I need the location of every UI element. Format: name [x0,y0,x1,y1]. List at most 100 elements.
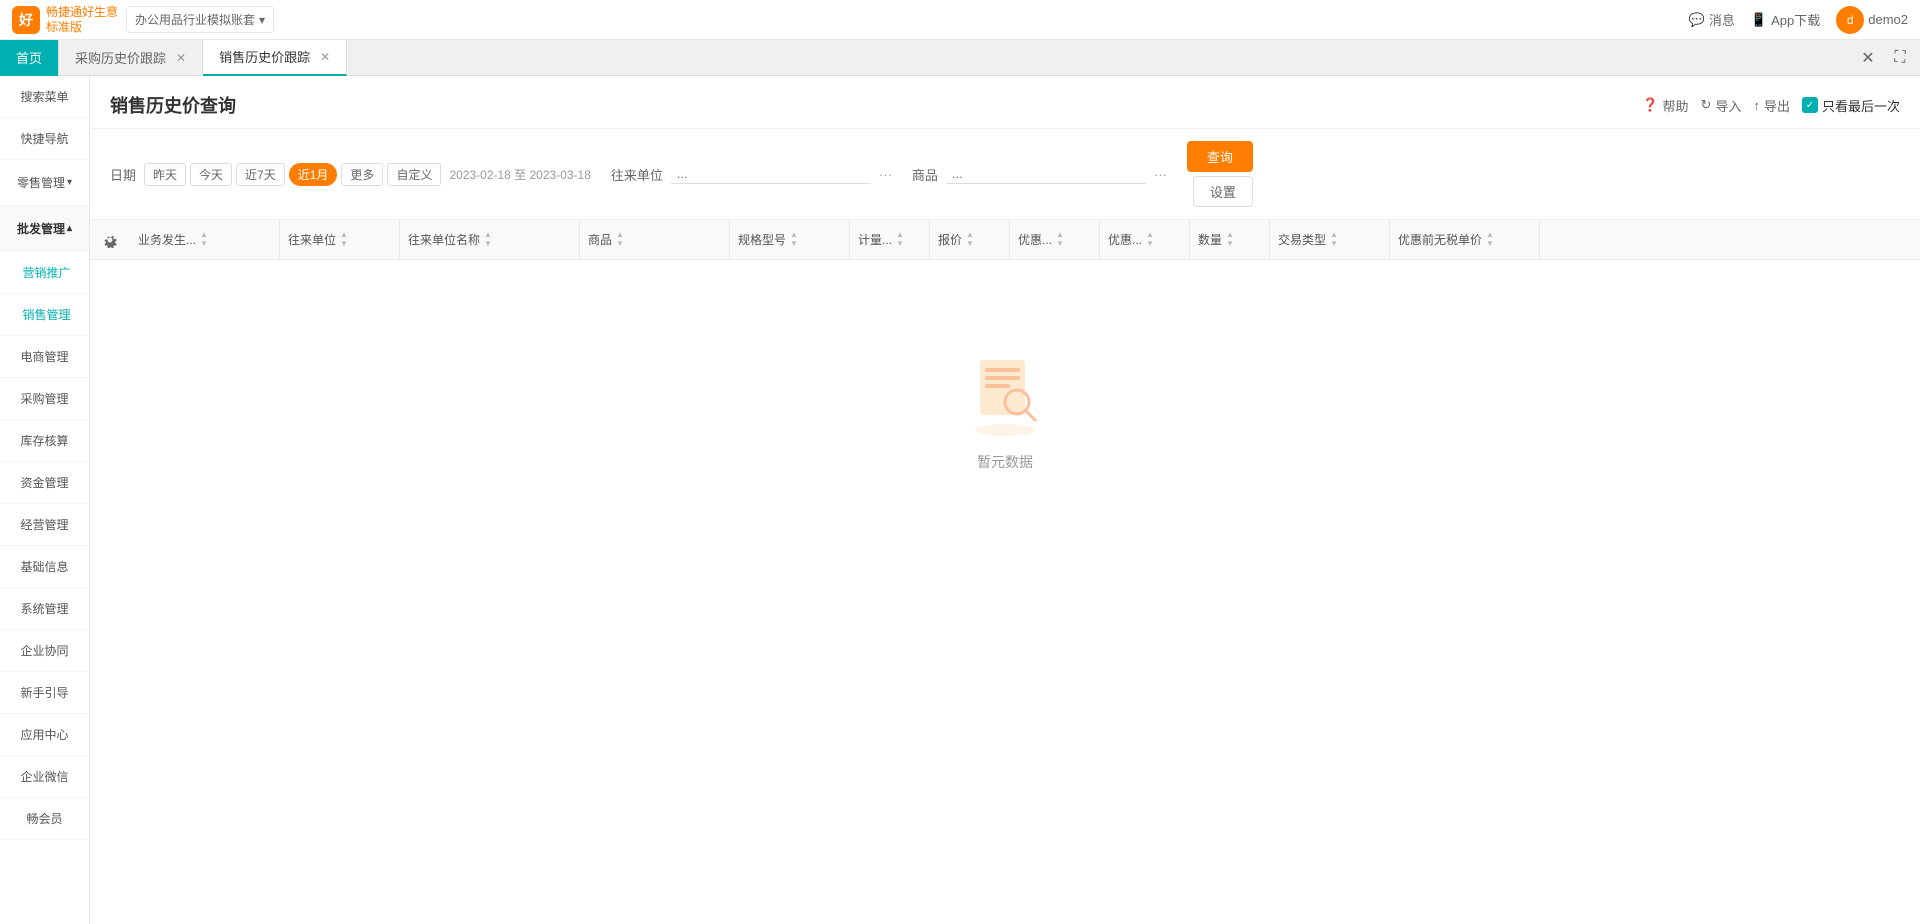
sort-arrows-spec: ▲ ▼ [790,231,798,248]
date-btn-more[interactable]: 更多 [341,163,383,186]
top-bar: 好 畅捷通好生意 标准版 办公用品行业模拟账套 ▾ 💬 消息 📱 App下载 d… [0,0,1920,40]
sort-arrows-business: ▲ ▼ [200,231,208,248]
page-header: 销售历史价查询 ❓ 帮助 ↻ 导入 ↑ 导出 ✓ [90,76,1920,129]
page-content: 销售历史价查询 ❓ 帮助 ↻ 导入 ↑ 导出 ✓ [90,76,1920,924]
table-area: 业务发生... ▲ ▼ 往来单位 ▲ ▼ 往来单 [90,220,1920,552]
logo-area: 好 畅捷通好生意 标准版 [12,5,118,34]
th-discount2[interactable]: 优惠... ▲ ▼ [1100,220,1190,259]
date-buttons: 昨天 今天 近7天 近1月 更多 自定义 [144,163,441,186]
product-filter: 商品 ··· [912,164,1167,184]
product-dots: ··· [1154,167,1167,182]
sort-arrows-partner-name: ▲ ▼ [484,231,492,248]
table-settings-btn[interactable] [90,232,130,248]
th-partner-name[interactable]: 往来单位名称 ▲ ▼ [400,220,580,259]
page-title: 销售历史价查询 [110,92,236,118]
sort-arrows-trade-type: ▲ ▼ [1330,231,1338,248]
sidebar: 搜索菜单 快捷导航 零售管理 ▾ 批发管理 ▴ 营销推广 销售管理 电商管理 采… [0,76,90,924]
last-only-checkbox[interactable]: ✓ [1802,97,1818,113]
partner-filter: 往来单位 ··· [611,164,892,184]
sidebar-item-operations[interactable]: 经营管理 [0,504,89,546]
sidebar-item-beginner[interactable]: 新手引导 [0,672,89,714]
sidebar-item-search[interactable]: 搜索菜单 [0,76,89,118]
import-icon: ↻ [1701,97,1712,113]
sort-arrows-unit: ▲ ▼ [896,231,904,248]
import-btn[interactable]: ↻ 导入 [1701,96,1742,115]
help-icon: ❓ [1642,97,1658,113]
th-product[interactable]: 商品 ▲ ▼ [580,220,730,259]
tab-sales-close-icon[interactable]: ✕ [320,50,330,64]
app-selector[interactable]: 办公用品行业模拟账套 ▾ [126,6,274,33]
th-trade-type[interactable]: 交易类型 ▲ ▼ [1270,220,1390,259]
user-menu[interactable]: d demo2 [1836,6,1908,34]
sidebar-item-purchase[interactable]: 采购管理 [0,378,89,420]
app-download-btn[interactable]: 📱 App下载 [1751,10,1820,29]
th-business[interactable]: 业务发生... ▲ ▼ [130,220,280,259]
tab-home[interactable]: 首页 [0,40,59,76]
date-btn-last1month[interactable]: 近1月 [289,163,338,186]
logo-icon: 好 [12,6,40,34]
th-spec[interactable]: 规格型号 ▲ ▼ [730,220,850,259]
settings-btn[interactable]: 设置 [1193,176,1253,207]
th-unit[interactable]: 计量... ▲ ▼ [850,220,930,259]
th-partner-code[interactable]: 往来单位 ▲ ▼ [280,220,400,259]
main-layout: 搜索菜单 快捷导航 零售管理 ▾ 批发管理 ▴ 营销推广 销售管理 电商管理 采… [0,76,1920,924]
message-btn[interactable]: 💬 消息 [1689,10,1735,29]
avatar: d [1836,6,1864,34]
date-range-display: 2023-02-18 至 2023-03-18 [449,166,590,183]
sidebar-item-marketing[interactable]: 营销推广 [0,252,89,294]
tab-bar-actions: ✕ ⛶ [1856,46,1920,70]
date-btn-today[interactable]: 今天 [190,163,232,186]
message-icon: 💬 [1689,12,1705,28]
help-btn[interactable]: ❓ 帮助 [1642,96,1688,115]
product-label: 商品 [912,165,938,184]
chevron-down-icon: ▾ [259,13,265,27]
date-btn-yesterday[interactable]: 昨天 [144,163,186,186]
sort-arrows-product: ▲ ▼ [616,231,624,248]
tab-maximize-btn[interactable]: ⛶ [1888,46,1912,70]
sidebar-item-vip[interactable]: 畅会员 [0,798,89,840]
last-only-checkbox-label[interactable]: ✓ 只看最后一次 [1802,96,1900,115]
sidebar-item-system[interactable]: 系统管理 [0,588,89,630]
empty-text: 暂元数据 [977,452,1033,472]
sort-arrows-partner-code: ▲ ▼ [340,231,348,248]
sidebar-item-enterprise[interactable]: 企业协同 [0,630,89,672]
gear-icon [102,232,118,248]
tab-sales-history[interactable]: 销售历史价跟踪 ✕ [203,40,347,76]
empty-icon [955,340,1055,440]
sidebar-item-ecommerce[interactable]: 电商管理 [0,336,89,378]
chevron-up-icon: ▴ [67,223,72,234]
th-notax-price[interactable]: 优惠前无税单价 ▲ ▼ [1390,220,1540,259]
query-btn[interactable]: 查询 [1187,141,1253,172]
tab-purchase-close-icon[interactable]: ✕ [176,51,186,65]
sidebar-item-shortcut[interactable]: 快捷导航 [0,118,89,160]
sort-arrows-qty: ▲ ▼ [1226,231,1234,248]
sidebar-item-retail[interactable]: 零售管理 ▾ [0,160,89,206]
tab-close-all-btn[interactable]: ✕ [1856,46,1880,70]
page-inner: 销售历史价查询 ❓ 帮助 ↻ 导入 ↑ 导出 ✓ [90,76,1920,924]
sidebar-item-basic-info[interactable]: 基础信息 [0,546,89,588]
sidebar-item-app-center[interactable]: 应用中心 [0,714,89,756]
sidebar-item-inventory[interactable]: 库存核算 [0,420,89,462]
filter-row: 日期 昨天 今天 近7天 近1月 更多 自定义 2023-02-18 至 202… [110,141,1900,207]
tab-bar: 首页 采购历史价跟踪 ✕ 销售历史价跟踪 ✕ ✕ ⛶ [0,40,1920,76]
tab-purchase-history[interactable]: 采购历史价跟踪 ✕ [59,40,203,76]
sidebar-item-sales-mgmt[interactable]: 销售管理 [0,294,89,336]
date-filter: 日期 昨天 今天 近7天 近1月 更多 自定义 2023-02-18 至 202… [110,163,591,186]
table-header: 业务发生... ▲ ▼ 往来单位 ▲ ▼ 往来单 [90,220,1920,260]
top-bar-right: 💬 消息 📱 App下载 d demo2 [1689,6,1908,34]
sort-arrows-price: ▲ ▼ [966,231,974,248]
chevron-down-icon: ▾ [67,177,72,188]
sidebar-item-wholesale[interactable]: 批发管理 ▴ [0,206,89,252]
date-btn-last7[interactable]: 近7天 [236,163,285,186]
sidebar-item-finance[interactable]: 资金管理 [0,462,89,504]
export-btn[interactable]: ↑ 导出 [1753,96,1790,115]
th-price[interactable]: 报价 ▲ ▼ [930,220,1010,259]
partner-input[interactable] [671,164,871,184]
download-icon: 📱 [1751,12,1767,28]
sort-arrows-discount1: ▲ ▼ [1056,231,1064,248]
th-discount1[interactable]: 优惠... ▲ ▼ [1010,220,1100,259]
sidebar-item-enterprise-wechat[interactable]: 企业微信 [0,756,89,798]
date-btn-custom[interactable]: 自定义 [387,163,441,186]
th-qty[interactable]: 数量 ▲ ▼ [1190,220,1270,259]
product-input[interactable] [946,164,1146,184]
